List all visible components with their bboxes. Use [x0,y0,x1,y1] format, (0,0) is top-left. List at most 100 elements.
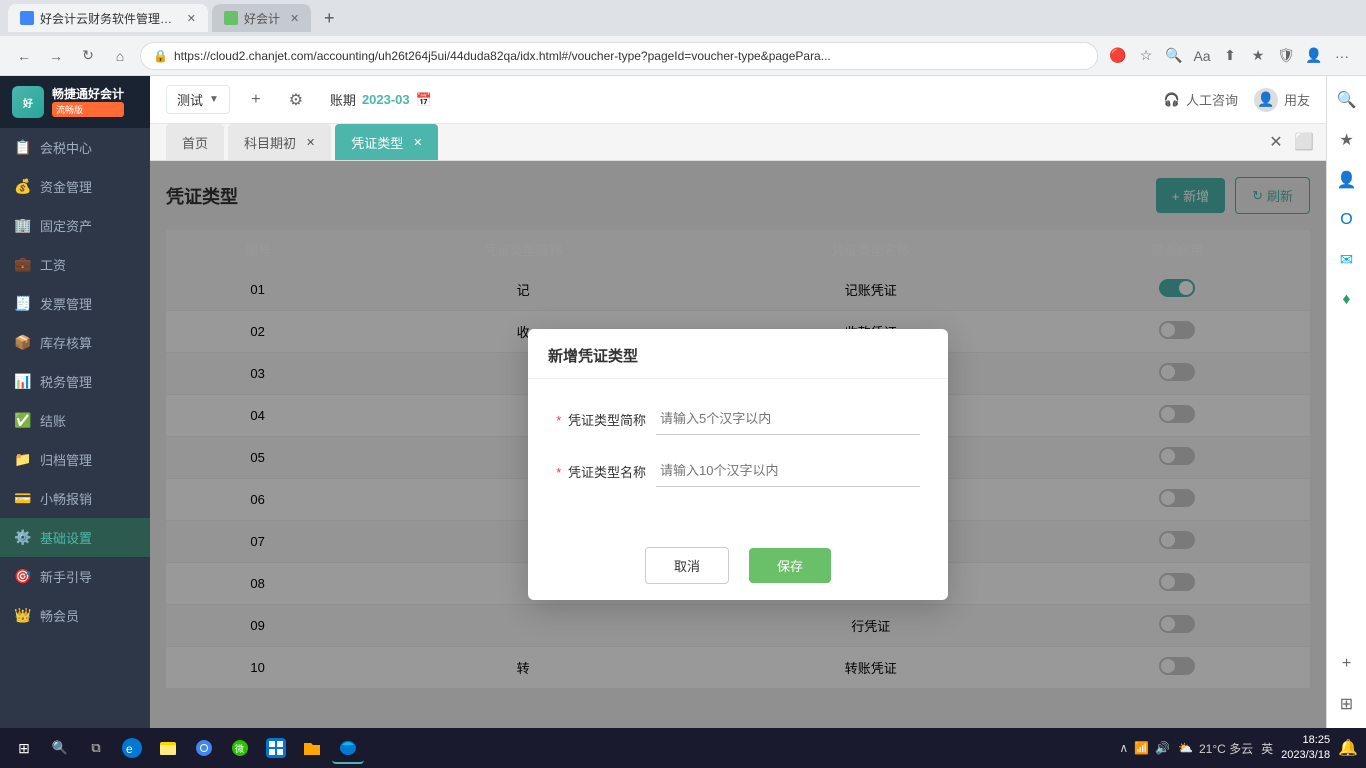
sidebar-logo: 好 畅捷通好会计 流畅版 [0,76,150,128]
home-button[interactable]: ⌂ [108,44,132,68]
tab-kemu-label: 科目期初 [244,133,296,152]
refresh-button[interactable]: ↻ [76,44,100,68]
tab-search-button[interactable]: 🔍 [1162,44,1186,68]
sidebar-item-shuiwu[interactable]: 📊 税务管理 [0,362,150,401]
browser-tab-1[interactable]: 好会计云财务软件管理系统_会计 ✕ [8,4,208,32]
lock-icon: 🔒 [153,49,168,63]
right-panel-mail-button[interactable]: ✉ [1331,244,1363,276]
workspace-selector[interactable]: 测试 ▼ [166,85,230,114]
add-workspace-button[interactable]: + [242,86,270,114]
sidebar-label-xiaochang: 小畅报销 [40,489,92,508]
sidebar-item-fapiao[interactable]: 🧾 发票管理 [0,284,150,323]
tab-home[interactable]: 首页 [166,124,224,160]
time-text: 18:25 [1281,733,1330,748]
new-tab-button[interactable]: + [315,4,343,32]
sidebar-item-zijin[interactable]: 💰 资金管理 [0,167,150,206]
sidebar-item-kucun[interactable]: 📦 库存核算 [0,323,150,362]
taskbar-item-multidesktop[interactable]: ⧉ [80,732,112,764]
chevron-up-icon[interactable]: ∧ [1119,741,1128,755]
sidebar-item-guidang[interactable]: 📁 归档管理 [0,440,150,479]
browser-tab2-close[interactable]: ✕ [290,12,299,25]
right-panel-search-button[interactable]: 🔍 [1331,84,1363,116]
sidebar-label-huishui: 会税中心 [40,138,92,157]
modal-save-button[interactable]: 保存 [749,548,831,583]
logo-text: 畅捷通好会计 [52,87,124,103]
maximize-panel-button[interactable]: ⬜ [1290,128,1318,156]
date-text: 2023/3/18 [1281,748,1330,763]
right-panel-outlook-button[interactable]: O [1331,204,1363,236]
sidebar-item-xinshouyindao[interactable]: 🎯 新手引导 [0,557,150,596]
taskbar-item-folder[interactable] [296,732,328,764]
right-panel-plus-button[interactable]: + [1331,648,1363,680]
add-voucher-type-modal: 新增凭证类型 * 凭证类型简称 * [528,329,948,600]
taskbar-item-appstore[interactable] [260,732,292,764]
bookmark-button[interactable]: ★ [1246,44,1270,68]
user-avatar: 👤 [1254,88,1278,112]
tab-kemu[interactable]: 科目期初 ✕ [228,124,331,160]
sidebar-item-gudingzichan[interactable]: 🏢 固定资产 [0,206,150,245]
taskbar-item-explorer[interactable] [152,732,184,764]
zijin-icon: 💰 [14,178,32,196]
address-bar: ← → ↻ ⌂ 🔒 https://cloud2.chanjet.com/acc… [0,36,1366,76]
voucher-short-input[interactable] [656,403,920,435]
taskbar-item-edge[interactable]: e [116,732,148,764]
tab-kemu-close[interactable]: ✕ [306,136,315,149]
sidebar-item-huishui[interactable]: 📋 会税中心 [0,128,150,167]
tab-pingzheng[interactable]: 凭证类型 ✕ [335,124,438,160]
tab-pingzheng-label: 凭证类型 [351,133,403,152]
sidebar-item-jiezhang[interactable]: ✅ 结账 [0,401,150,440]
right-panel-grid-button[interactable]: ⊞ [1331,688,1363,720]
sidebar-item-jichushezhi[interactable]: ⚙️ 基础设置 [0,518,150,557]
kucun-icon: 📦 [14,334,32,352]
right-panel-star-button[interactable]: ★ [1331,124,1363,156]
settings-button[interactable]: ⚙ [282,86,310,114]
sidebar-label-fapiao: 发票管理 [40,294,92,313]
profile-button[interactable]: 👤 [1302,44,1326,68]
fav-button[interactable]: ☆ [1134,44,1158,68]
taskbar-item-wechat[interactable]: 微 [224,732,256,764]
user-button[interactable]: 👤 用友 [1254,88,1310,112]
xinshouyindao-icon: 🎯 [14,568,32,586]
modal-cancel-button[interactable]: 取消 [645,547,729,584]
back-button[interactable]: ← [12,44,36,68]
lang-display: 英 [1261,740,1273,757]
xiaochang-icon: 💳 [14,490,32,508]
shield-button[interactable]: 🛡 [1274,44,1298,68]
sidebar-item-changhui[interactable]: 👑 畅会员 [0,596,150,635]
browser-tab-2[interactable]: 好会计 ✕ [212,4,311,32]
voucher-name-input[interactable] [656,455,920,487]
modal-overlay: 新增凭证类型 * 凭证类型简称 * [150,161,1326,768]
app-container: 好 畅捷通好会计 流畅版 📋 会税中心 💰 资金管理 🏢 固定资产 💼 工资 [0,76,1366,768]
sidebar-label-gongzi: 工资 [40,255,66,274]
consult-button[interactable]: 🎧 人工咨询 [1164,90,1238,109]
notification-button[interactable]: 🔔 [1338,738,1358,758]
sidebar-item-gongzi[interactable]: 💼 工资 [0,245,150,284]
more-button[interactable]: ··· [1330,44,1354,68]
taskbar-item-edge2[interactable] [332,732,364,764]
headset-icon: 🎧 [1164,92,1180,108]
browser-chrome: 好会计云财务软件管理系统_会计 ✕ 好会计 ✕ + ← → ↻ ⌂ 🔒 http… [0,0,1366,76]
svg-text:e: e [126,742,133,756]
address-input[interactable]: 🔒 https://cloud2.chanjet.com/accounting/… [140,42,1098,70]
forward-button[interactable]: → [44,44,68,68]
taskbar-item-chrome[interactable] [188,732,220,764]
right-panel-green-button[interactable]: ♦ [1331,284,1363,316]
extensions-button[interactable]: 🔴 [1106,44,1130,68]
user-label: 用友 [1284,90,1310,109]
clock-display[interactable]: 18:25 2023/3/18 [1281,733,1330,764]
tab-pingzheng-close[interactable]: ✕ [413,136,422,149]
close-tab-panel-button[interactable]: ✕ [1262,128,1290,156]
taskbar-search-button[interactable]: 🔍 [44,732,76,764]
modal-footer: 取消 保存 [528,531,948,600]
share-button[interactable]: ⬆ [1218,44,1242,68]
taskbar-start-button[interactable]: ⊞ [8,732,40,764]
right-panel-user-button[interactable]: 👤 [1331,164,1363,196]
tab-menu-button[interactable]: Aa [1190,44,1214,68]
sidebar-item-xiaochang[interactable]: 💳 小畅报销 [0,479,150,518]
sidebar-label-shuiwu: 税务管理 [40,372,92,391]
weather-icon: ⛅ [1178,741,1193,755]
sidebar: 好 畅捷通好会计 流畅版 📋 会税中心 💰 资金管理 🏢 固定资产 💼 工资 [0,76,150,768]
browser-tab1-close[interactable]: ✕ [187,12,196,25]
weather-display: ⛅ 21°C 多云 [1178,740,1253,757]
calendar-icon[interactable]: 📅 [416,92,432,108]
